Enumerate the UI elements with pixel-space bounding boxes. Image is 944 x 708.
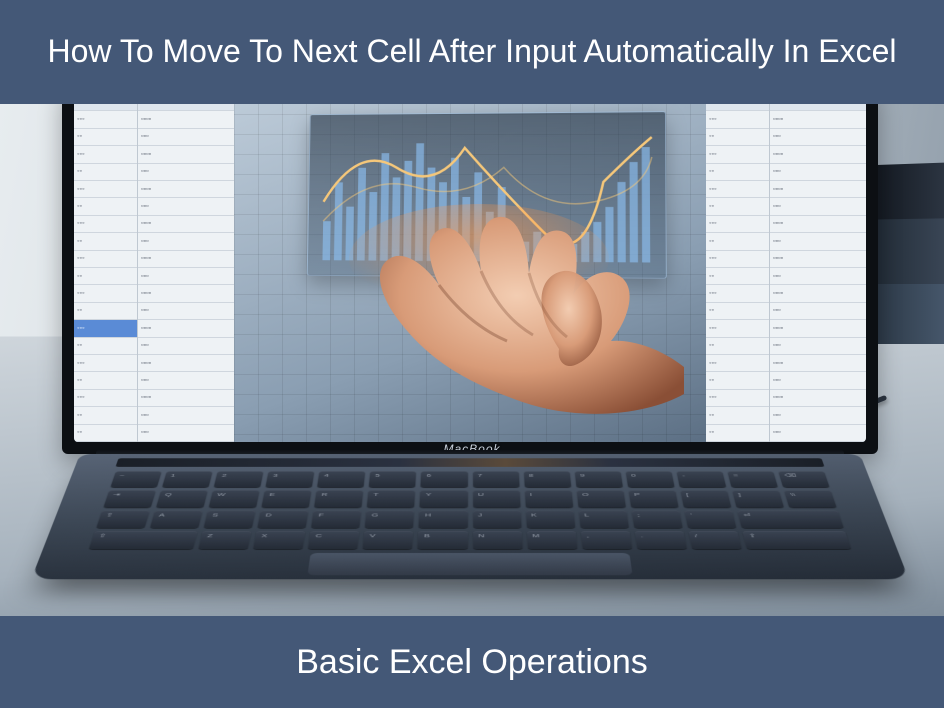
- laptop-lid: ⋯ ◦◦◦◦◦◦◦◦ ◦◦◦◦◦◦◦ ◦◦◦◦◦◦◦◦ ◦◦◦◦◦◦◦ ◦◦◦◦…: [62, 104, 878, 454]
- keyboard: [89, 471, 851, 549]
- touchbar: [115, 458, 824, 467]
- hero-illustration: ⋯ ◦◦◦◦◦◦◦◦ ◦◦◦◦◦◦◦ ◦◦◦◦◦◦◦◦ ◦◦◦◦◦◦◦ ◦◦◦◦…: [0, 104, 944, 616]
- laptop-screen: ⋯ ◦◦◦◦◦◦◦◦ ◦◦◦◦◦◦◦ ◦◦◦◦◦◦◦◦ ◦◦◦◦◦◦◦ ◦◦◦◦…: [74, 104, 866, 442]
- title-text-top: How To Move To Next Cell After Input Aut…: [48, 31, 897, 73]
- spreadsheet-right: ⋯ ◦◦◦◦◦◦◦◦ ◦◦◦◦◦◦◦ ◦◦◦◦◦◦◦◦ ◦◦◦◦◦◦◦ ◦◦◦◦…: [706, 104, 866, 442]
- title-banner-bottom: Basic Excel Operations: [0, 616, 944, 708]
- laptop-base: [31, 454, 909, 579]
- trackpad: [307, 553, 632, 575]
- spreadsheet-left: ⋯ ◦◦◦◦◦◦◦◦ ◦◦◦◦◦◦◦ ◦◦◦◦◦◦◦◦ ◦◦◦◦◦◦◦ ◦◦◦◦…: [74, 104, 234, 442]
- title-banner-top: How To Move To Next Cell After Input Aut…: [0, 0, 944, 104]
- title-text-bottom: Basic Excel Operations: [296, 640, 648, 684]
- hand-icon: [329, 199, 689, 439]
